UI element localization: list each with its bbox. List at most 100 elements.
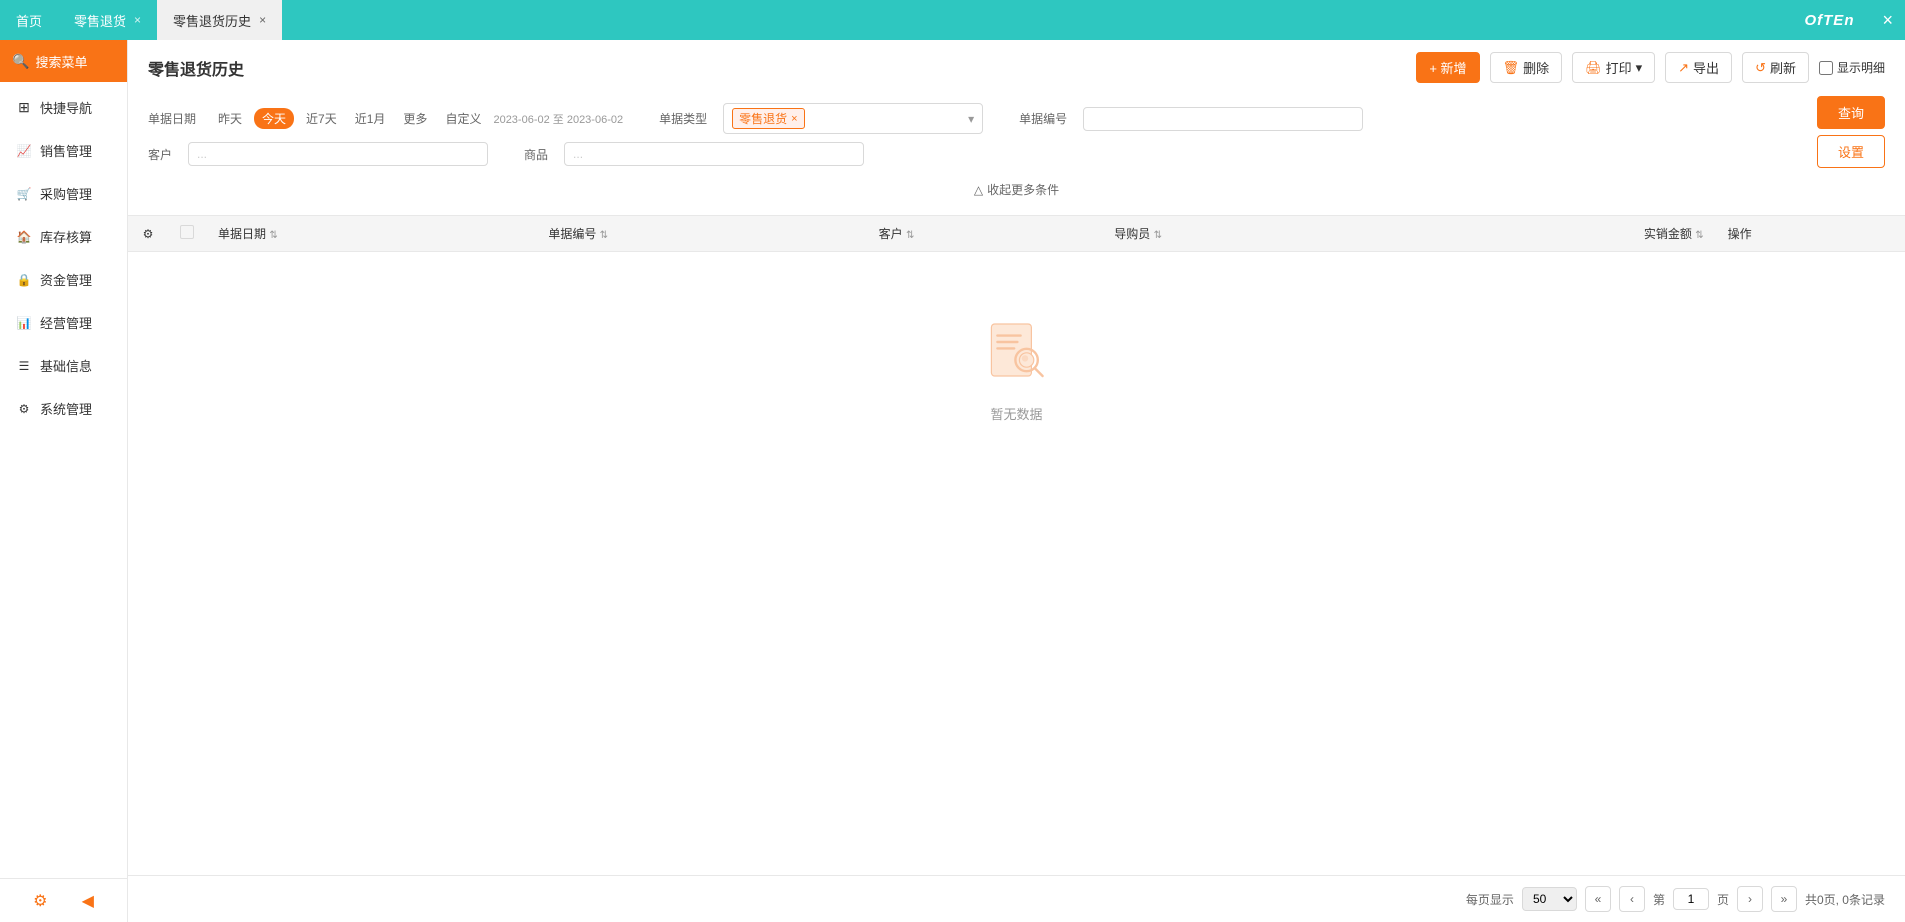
date-yesterday[interactable]: 昨天 xyxy=(212,108,248,129)
date-range-text: 2023-06-02 至 2023-06-02 xyxy=(493,111,623,127)
th-customer-label: 客户 xyxy=(879,227,903,241)
sidebar: 🔍 搜索菜单 ⊞ 快捷导航 📈 销售管理 🛒 采购管理 🏠 库存核算 🔒 xyxy=(0,40,128,922)
system-label: 系统管理 xyxy=(40,399,92,418)
main-layout: 🔍 搜索菜单 ⊞ 快捷导航 📈 销售管理 🛒 采购管理 🏠 库存核算 🔒 xyxy=(0,40,1905,922)
tab-retail-return-label: 零售退货 xyxy=(74,11,126,30)
sidebar-item-quick-nav[interactable]: ⊞ 快捷导航 xyxy=(0,86,127,129)
date-1month[interactable]: 近1月 xyxy=(349,108,392,129)
finance-label: 资金管理 xyxy=(40,270,92,289)
basic-info-label: 基础信息 xyxy=(40,356,92,375)
sidebar-collapse-button[interactable]: ◀ xyxy=(82,891,94,911)
voucher-type-value: 零售退货 xyxy=(739,110,787,127)
system-icon: ⚙ xyxy=(16,401,32,417)
show-detail-checkbox[interactable] xyxy=(1819,61,1833,75)
sidebar-item-system[interactable]: ⚙ 系统管理 xyxy=(0,387,127,430)
search-icon: 🔍 xyxy=(12,53,29,70)
sidebar-item-sales[interactable]: 📈 销售管理 xyxy=(0,129,127,172)
prev-page-button[interactable]: ‹ xyxy=(1619,886,1645,912)
date-7days[interactable]: 近7天 xyxy=(300,108,343,129)
th-actual-amount[interactable]: 实销金额 ⇅ xyxy=(1385,216,1715,252)
date-custom[interactable]: 自定义 xyxy=(439,108,487,129)
sort-guide-icon[interactable]: ⇅ xyxy=(1154,230,1162,241)
th-checkbox xyxy=(168,216,206,252)
next-page-button[interactable]: › xyxy=(1737,886,1763,912)
setting-button[interactable]: 设置 xyxy=(1817,135,1885,168)
sort-voucher-date-icon[interactable]: ⇅ xyxy=(269,230,277,241)
operations-label: 经营管理 xyxy=(40,313,92,332)
export-icon: ↗ xyxy=(1678,60,1689,76)
query-button[interactable]: 查询 xyxy=(1817,96,1885,129)
tab-retail-return-history-close[interactable]: × xyxy=(259,13,266,27)
delete-label: 删除 xyxy=(1523,58,1549,77)
tab-retail-return-close[interactable]: × xyxy=(134,13,141,27)
finance-icon: 🔒 xyxy=(16,272,32,288)
print-icon: 🖨 xyxy=(1585,60,1602,76)
export-label: 导出 xyxy=(1693,58,1719,77)
sidebar-gear-button[interactable]: ⚙ xyxy=(33,891,47,911)
page-label: 页 xyxy=(1717,891,1729,908)
tab-retail-return-history[interactable]: 零售退货历史 × xyxy=(157,0,282,40)
sidebar-item-basic-info[interactable]: ☰ 基础信息 xyxy=(0,344,127,387)
tab-home[interactable]: 首页 xyxy=(0,0,58,40)
inventory-icon: 🏠 xyxy=(16,229,32,245)
sidebar-search[interactable]: 🔍 搜索菜单 xyxy=(0,40,127,82)
print-dropdown-icon: ▾ xyxy=(1636,60,1643,76)
th-settings[interactable]: ⚙ xyxy=(128,216,168,252)
sidebar-item-purchase[interactable]: 🛒 采购管理 xyxy=(0,172,127,215)
sidebar-search-label: 搜索菜单 xyxy=(35,52,87,71)
th-voucher-date[interactable]: 单据日期 ⇅ xyxy=(206,216,536,252)
refresh-icon: ↺ xyxy=(1755,60,1766,76)
page-size-label: 每页显示 xyxy=(1466,891,1514,908)
last-page-button[interactable]: » xyxy=(1771,886,1797,912)
next-page-icon: › xyxy=(1748,892,1752,906)
commodity-placeholder: ... xyxy=(573,147,583,161)
tab-retail-return[interactable]: 零售退货 × xyxy=(58,0,157,40)
data-table: ⚙ 单据日期 ⇅ 单据编号 ⇅ xyxy=(128,216,1905,252)
date-more[interactable]: 更多 xyxy=(397,108,433,129)
collapse-label: 收起更多条件 xyxy=(987,181,1059,198)
commodity-select[interactable]: ... xyxy=(564,142,864,166)
voucher-type-tag: 零售退货 × xyxy=(732,108,804,129)
th-actual-amount-label: 实销金额 xyxy=(1644,227,1692,241)
voucher-number-input[interactable] xyxy=(1083,107,1363,131)
date-today[interactable]: 今天 xyxy=(254,108,294,129)
commodity-label: 商品 xyxy=(524,146,548,163)
filter-area: 单据日期 昨天 今天 近7天 近1月 更多 自定义 2023-06-02 至 2… xyxy=(148,93,1885,215)
filter-row-2: 客户 ... 商品 ... xyxy=(148,142,1885,166)
refresh-button[interactable]: ↺ 刷新 xyxy=(1742,52,1809,83)
new-button[interactable]: + 新增 xyxy=(1416,52,1479,83)
empty-icon xyxy=(977,312,1057,392)
delete-button[interactable]: 🗑 删除 xyxy=(1490,52,1563,83)
th-voucher-number[interactable]: 单据编号 ⇅ xyxy=(536,216,866,252)
sort-customer-icon[interactable]: ⇅ xyxy=(906,230,914,241)
sidebar-nav: ⊞ 快捷导航 📈 销售管理 🛒 采购管理 🏠 库存核算 🔒 资金管理 📊 xyxy=(0,82,127,878)
th-operation-label: 操作 xyxy=(1728,227,1752,241)
show-detail-toggle[interactable]: 显示明细 xyxy=(1819,59,1885,76)
sort-actual-amount-icon[interactable]: ⇅ xyxy=(1695,230,1703,241)
voucher-type-select[interactable]: 零售退货 × ▾ xyxy=(723,103,983,134)
customer-select[interactable]: ... xyxy=(188,142,488,166)
th-customer[interactable]: 客户 ⇅ xyxy=(867,216,1103,252)
pagination: 每页显示 10 20 50 100 « ‹ 第 页 › xyxy=(128,875,1905,922)
page-number-input[interactable] xyxy=(1673,888,1709,910)
customer-label: 客户 xyxy=(148,146,172,163)
th-guide[interactable]: 导购员 ⇅ xyxy=(1102,216,1385,252)
sidebar-item-inventory[interactable]: 🏠 库存核算 xyxy=(0,215,127,258)
print-label: 打印 xyxy=(1606,58,1632,77)
window-close-button[interactable]: × xyxy=(1870,0,1905,40)
sidebar-item-finance[interactable]: 🔒 资金管理 xyxy=(0,258,127,301)
voucher-type-tag-close[interactable]: × xyxy=(791,113,797,125)
first-page-button[interactable]: « xyxy=(1585,886,1611,912)
select-all-checkbox[interactable] xyxy=(180,225,194,239)
export-button[interactable]: ↗ 导出 xyxy=(1665,52,1732,83)
page-title-row: 零售退货历史 + 新增 🗑 删除 🖨 打印 ▾ ↗ 导出 xyxy=(148,52,1885,83)
sidebar-item-operations[interactable]: 📊 经营管理 xyxy=(0,301,127,344)
total-info: 共0页, 0条记录 xyxy=(1805,891,1885,908)
collapse-button[interactable]: △ 收起更多条件 xyxy=(962,178,1071,201)
page-size-select[interactable]: 10 20 50 100 xyxy=(1522,887,1577,911)
topbar-right: OfTEn xyxy=(1804,12,1870,29)
sort-voucher-number-icon[interactable]: ⇅ xyxy=(600,230,608,241)
table-settings-icon[interactable]: ⚙ xyxy=(143,227,154,241)
prev-page-icon: ‹ xyxy=(1630,892,1634,906)
print-button[interactable]: 🖨 打印 ▾ xyxy=(1572,52,1655,83)
